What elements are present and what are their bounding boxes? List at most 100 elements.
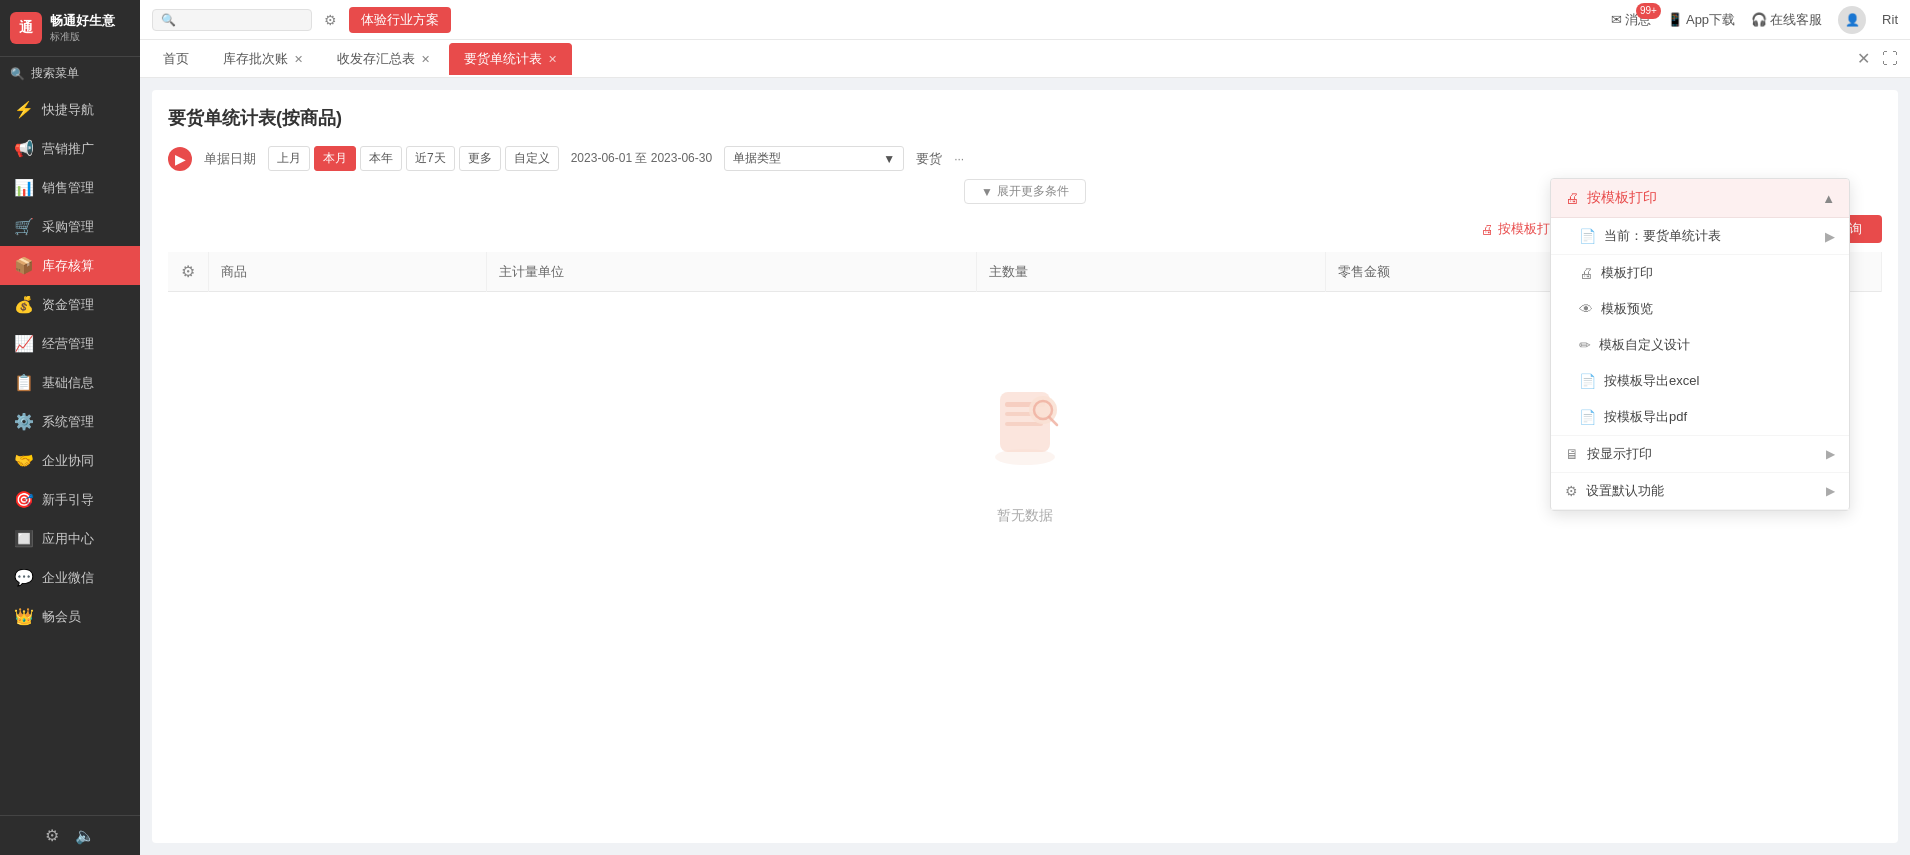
date-options: 上月 本月 本年 近7天 更多 自定义 xyxy=(268,146,559,171)
template-preview-item[interactable]: 👁 模板预览 xyxy=(1551,291,1849,327)
phone-icon: 📱 xyxy=(1667,12,1683,27)
sidebar-item-wechat[interactable]: 💬 企业微信 xyxy=(0,558,140,597)
filter-bar: ▶ 单据日期 上月 本月 本年 近7天 更多 自定义 2023-06-01 至 … xyxy=(168,146,1882,171)
order-goods-label: 要货 xyxy=(916,150,942,168)
filter-extra-dots[interactable]: ··· xyxy=(954,152,964,166)
topbar: 🔍 ⚙ 体验行业方案 ✉ 消息 99+ 📱 App下载 🎧 在线客服 👤 Rit xyxy=(140,0,1910,40)
logo-icon: 通 xyxy=(10,12,42,44)
username[interactable]: Rit xyxy=(1882,12,1898,27)
sidebar-item-marketing[interactable]: 📢 营销推广 xyxy=(0,129,140,168)
template-print-item[interactable]: 🖨 模板打印 xyxy=(1551,255,1849,291)
tab-order-stats[interactable]: 要货单统计表 ✕ xyxy=(449,43,572,75)
current-template-item[interactable]: 📄 当前：要货单统计表 ▶ xyxy=(1551,218,1849,254)
display-print-group: 🖥 按显示打印 ▶ xyxy=(1551,436,1849,473)
operations-icon: 📈 xyxy=(14,334,34,353)
table-settings-icon[interactable]: ⚙ xyxy=(181,263,195,280)
tabs-right-controls: ✕ ⛶ xyxy=(1853,47,1902,70)
template-custom-icon: ✏ xyxy=(1579,337,1591,353)
sidebar-item-collab[interactable]: 🤝 企业协同 xyxy=(0,441,140,480)
trial-button[interactable]: 体验行业方案 xyxy=(349,7,451,33)
order-type-select[interactable]: 单据类型 ▼ xyxy=(724,146,904,171)
avatar[interactable]: 👤 xyxy=(1838,6,1866,34)
sidebar-search[interactable]: 🔍 搜索菜单 xyxy=(0,57,140,90)
date-btn-7days[interactable]: 近7天 xyxy=(406,146,455,171)
date-btn-more[interactable]: 更多 xyxy=(459,146,501,171)
sidebar-item-sales[interactable]: 📊 销售管理 xyxy=(0,168,140,207)
sidebar-item-inventory[interactable]: 📦 库存核算 xyxy=(0,246,140,285)
tab-batch-account[interactable]: 库存批次账 ✕ xyxy=(208,43,318,75)
export-pdf-item[interactable]: 📄 按模板导出pdf xyxy=(1551,399,1849,435)
current-template-section: 📄 当前：要货单统计表 ▶ xyxy=(1551,218,1849,255)
sidebar-item-basic[interactable]: 📋 基础信息 xyxy=(0,363,140,402)
table-col-settings[interactable]: ⚙ xyxy=(168,252,208,292)
wechat-icon: 💬 xyxy=(14,568,34,587)
logo-text: 畅通好生意 标准版 xyxy=(50,12,115,44)
print-dropdown-popup: 🖨 按模板打印 ▲ 📄 当前：要货单统计表 ▶ xyxy=(1550,178,1850,511)
expand-conditions-button[interactable]: ▼ 展开更多条件 xyxy=(964,179,1086,204)
set-default-arrow: ▶ xyxy=(1826,484,1835,498)
display-print-header[interactable]: 🖥 按显示打印 ▶ xyxy=(1551,436,1849,472)
sidebar-item-system[interactable]: ⚙️ 系统管理 xyxy=(0,402,140,441)
set-default-group: ⚙ 设置默认功能 ▶ xyxy=(1551,473,1849,510)
page-title: 要货单统计表(按商品) xyxy=(168,106,1882,130)
table-col-goods: 商品 xyxy=(208,252,486,292)
basic-icon: 📋 xyxy=(14,373,34,392)
guide-icon: 🎯 xyxy=(14,490,34,509)
close-tab-batch-account[interactable]: ✕ xyxy=(294,53,303,66)
close-tab-order-stats[interactable]: ✕ xyxy=(548,53,557,66)
template-custom-item[interactable]: ✏ 模板自定义设计 xyxy=(1551,327,1849,363)
date-btn-custom[interactable]: 自定义 xyxy=(505,146,559,171)
sidebar-item-operations[interactable]: 📈 经营管理 xyxy=(0,324,140,363)
chevron-right-icon: ▶ xyxy=(1825,229,1835,244)
online-service-button[interactable]: 🎧 在线客服 xyxy=(1751,11,1822,29)
app-download-button[interactable]: 📱 App下载 xyxy=(1667,11,1735,29)
filter-toggle-button[interactable]: ▶ xyxy=(168,147,192,171)
empty-text: 暂无数据 xyxy=(997,507,1053,525)
quick-nav-icon: ⚡ xyxy=(14,100,34,119)
sales-icon: 📊 xyxy=(14,178,34,197)
sidebar-item-finance[interactable]: 💰 资金管理 xyxy=(0,285,140,324)
display-print-arrow: ▶ xyxy=(1826,447,1835,461)
topbar-gear-icon[interactable]: ⚙ xyxy=(324,12,337,28)
empty-icon xyxy=(975,372,1075,491)
sidebar-item-quick-nav[interactable]: ⚡ 快捷导航 xyxy=(0,90,140,129)
chevron-up-icon: ▲ xyxy=(1822,191,1835,206)
expand-icon: ▼ xyxy=(981,185,993,199)
export-excel-item[interactable]: 📄 按模板导出excel xyxy=(1551,363,1849,399)
set-default-header[interactable]: ⚙ 设置默认功能 ▶ xyxy=(1551,473,1849,509)
date-btn-this-month[interactable]: 本月 xyxy=(314,146,356,171)
dropdown-header[interactable]: 🖨 按模板打印 ▲ xyxy=(1551,179,1849,218)
maximize-button[interactable]: ⛶ xyxy=(1878,48,1902,70)
close-tab-receipts[interactable]: ✕ xyxy=(421,53,430,66)
date-btn-last-month[interactable]: 上月 xyxy=(268,146,310,171)
date-btn-this-year[interactable]: 本年 xyxy=(360,146,402,171)
sidebar-nav: ⚡ 快捷导航 📢 营销推广 📊 销售管理 🛒 采购管理 📦 库存核算 💰 资金管… xyxy=(0,90,140,815)
tab-home[interactable]: 首页 xyxy=(148,43,204,75)
inventory-icon: 📦 xyxy=(14,256,34,275)
sidebar-item-guide[interactable]: 🎯 新手引导 xyxy=(0,480,140,519)
headset-icon: 🎧 xyxy=(1751,12,1767,27)
display-print-group-icon: 🖥 xyxy=(1565,446,1579,462)
sidebar-bottom: ⚙ 🔈 xyxy=(0,815,140,855)
export-pdf-icon: 📄 xyxy=(1579,409,1596,425)
current-template-icon: 📄 xyxy=(1579,228,1596,244)
audio-icon[interactable]: 🔈 xyxy=(75,826,95,845)
tabs-bar: 首页 库存批次账 ✕ 收发存汇总表 ✕ 要货单统计表 ✕ ✕ ⛶ xyxy=(140,40,1910,78)
printer-icon: 🖨 xyxy=(1481,222,1494,237)
sidebar-item-member[interactable]: 👑 畅会员 xyxy=(0,597,140,636)
messages-button[interactable]: ✉ 消息 99+ xyxy=(1611,11,1651,29)
set-default-group-icon: ⚙ xyxy=(1565,483,1578,499)
topbar-right: ✉ 消息 99+ 📱 App下载 🎧 在线客服 👤 Rit xyxy=(1611,6,1898,34)
sidebar-item-apps[interactable]: 🔲 应用中心 xyxy=(0,519,140,558)
marketing-icon: 📢 xyxy=(14,139,34,158)
page-area: 要货单统计表(按商品) ▶ 单据日期 上月 本月 本年 近7天 更多 自定义 2… xyxy=(140,78,1910,855)
topbar-search[interactable]: 🔍 xyxy=(152,9,312,31)
chevron-down-icon: ▼ xyxy=(883,152,895,166)
purchase-icon: 🛒 xyxy=(14,217,34,236)
table-col-quantity: 主数量 xyxy=(977,252,1326,292)
tab-receipts-summary[interactable]: 收发存汇总表 ✕ xyxy=(322,43,445,75)
date-filter-label: 单据日期 xyxy=(204,150,256,168)
settings-bottom-icon[interactable]: ⚙ xyxy=(45,826,59,845)
close-all-tabs-button[interactable]: ✕ xyxy=(1853,47,1874,70)
sidebar-item-purchase[interactable]: 🛒 采购管理 xyxy=(0,207,140,246)
